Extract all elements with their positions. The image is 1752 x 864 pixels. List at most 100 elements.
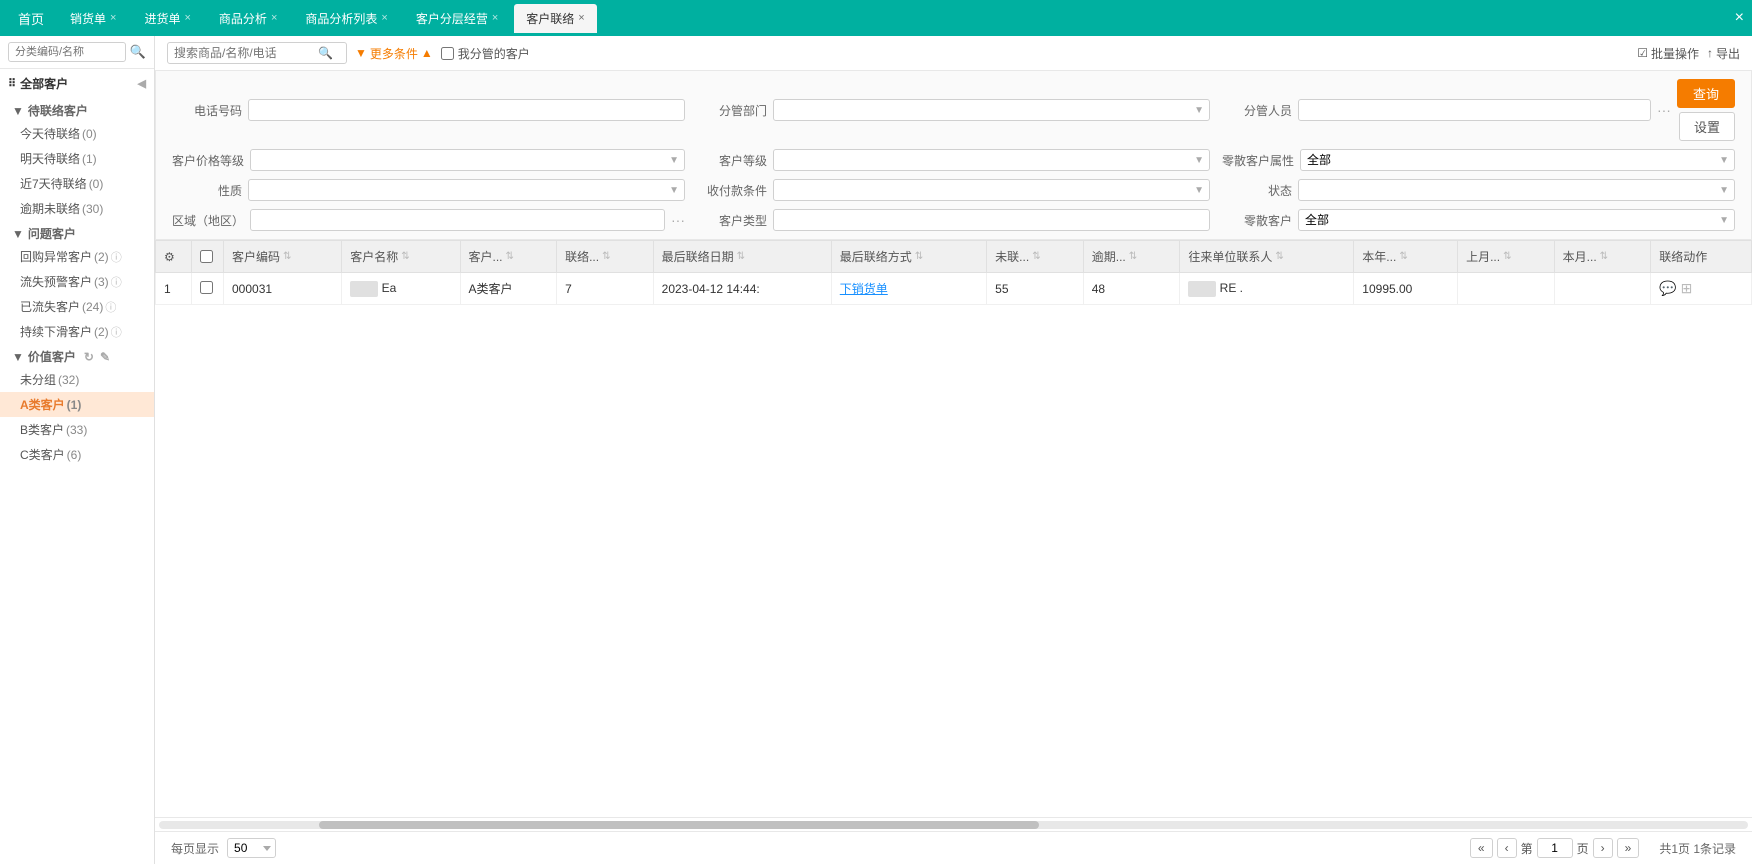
sidebar-search-input[interactable] — [8, 42, 126, 62]
cell-type: A类客户 — [460, 273, 557, 305]
row-checkbox[interactable] — [200, 281, 213, 294]
filter-select-customer-level[interactable] — [773, 149, 1210, 171]
th-last-month[interactable]: 上月...⇅ — [1458, 241, 1555, 273]
sidebar-group-problem[interactable]: ▼ 问题客户 — [0, 221, 154, 244]
th-name[interactable]: 客户名称⇅ — [342, 241, 460, 273]
sidebar-item-churned[interactable]: 已流失客户 (24) ⓘ — [0, 294, 154, 319]
nav-tab-customer-contact[interactable]: 客户联络 × — [514, 4, 596, 33]
horizontal-scrollbar[interactable] — [155, 817, 1752, 831]
filter-input-customer-type[interactable] — [773, 209, 1210, 231]
sidebar-item-declining[interactable]: 持续下滑客户 (2) ⓘ — [0, 319, 154, 344]
nav-tab-sales[interactable]: 销货单 × — [58, 4, 128, 33]
sidebar-search-icon[interactable]: 🔍 — [130, 44, 146, 60]
filter-input-region[interactable] — [250, 209, 665, 231]
sidebar-item-tomorrow[interactable]: 明天待联络 (1) — [0, 146, 154, 171]
th-this-year[interactable]: 本年...⇅ — [1354, 241, 1458, 273]
filter-select-nature[interactable] — [248, 179, 685, 201]
sidebar-all-customers[interactable]: ⠿ 全部客户 ◀ — [0, 69, 154, 98]
cell-last-method[interactable]: 下销货单 — [831, 273, 986, 305]
cell-checkbox[interactable] — [192, 273, 224, 305]
content-area: 🔍 ▼ 更多条件 ▲ 我分管的客户 ☑ 批量操作 ↑ 导出 — [155, 36, 1752, 864]
filter-dots-region[interactable]: ··· — [671, 212, 685, 228]
close-goods-list-tab[interactable]: × — [381, 12, 387, 24]
filter-dots-manager[interactable]: ··· — [1657, 102, 1671, 118]
grid-icon[interactable]: ⊞ — [1681, 280, 1693, 297]
close-customer-layers-tab[interactable]: × — [492, 12, 498, 24]
query-button[interactable]: 查询 — [1677, 79, 1735, 108]
filter-row-manager: 分管人员 ··· 查询 设置 — [1222, 79, 1735, 141]
sidebar-item-7days[interactable]: 近7天待联络 (0) — [0, 171, 154, 196]
th-company-contact[interactable]: 往来单位联系人⇅ — [1180, 241, 1354, 273]
sidebar-item-class-b[interactable]: B类客户 (33) — [0, 417, 154, 442]
filter-input-manager[interactable] — [1298, 99, 1651, 121]
close-goods-analysis-tab[interactable]: × — [271, 12, 277, 24]
th-type[interactable]: 客户...⇅ — [460, 241, 557, 273]
th-contacts[interactable]: 联络...⇅ — [557, 241, 654, 273]
filter-label-customer-level: 客户等级 — [697, 152, 767, 169]
th-last-date[interactable]: 最后联络日期⇅ — [653, 241, 831, 273]
batch-op-btn[interactable]: ☑ 批量操作 — [1637, 45, 1699, 62]
filter-input-phone[interactable] — [248, 99, 685, 121]
scrollbar-track[interactable] — [159, 821, 1748, 829]
filter-select-status[interactable] — [1298, 179, 1735, 201]
filter-search-icon[interactable]: 🔍 — [318, 46, 333, 60]
filter-select-scatter-customer[interactable]: 全部 — [1298, 209, 1735, 231]
close-purchase-tab[interactable]: × — [184, 12, 190, 24]
first-page-btn[interactable]: « — [1470, 838, 1493, 858]
filter-select-dept[interactable] — [773, 99, 1210, 121]
filter-select-price[interactable] — [250, 149, 685, 171]
last-method-link[interactable]: 下销货单 — [840, 282, 888, 296]
top-nav-close-btn[interactable]: × — [1735, 9, 1744, 27]
table-select-all-checkbox[interactable] — [200, 250, 213, 263]
th-actions: 联络动作 — [1651, 241, 1752, 273]
page-size-select[interactable]: 50 20 100 200 — [227, 838, 276, 858]
last-page-btn[interactable]: » — [1617, 838, 1640, 858]
sidebar-collapse-btn[interactable]: ◀ — [138, 77, 146, 90]
filter-more-btn[interactable]: ▼ 更多条件 ▲ — [355, 45, 433, 62]
close-customer-contact-tab[interactable]: × — [578, 12, 584, 24]
filter-select-scatter-attr[interactable]: 全部 — [1300, 149, 1735, 171]
filter-select-scatter-customer-wrapper: 全部 ▼ — [1298, 209, 1735, 231]
sidebar-item-class-a[interactable]: A类客户 (1) — [0, 392, 154, 417]
filter-search-input[interactable] — [174, 46, 314, 60]
nav-tab-goods-list[interactable]: 商品分析列表 × — [293, 4, 399, 33]
sidebar-item-class-c[interactable]: C类客户 (6) — [0, 442, 154, 467]
filter-select-payment[interactable] — [773, 179, 1210, 201]
close-sales-tab[interactable]: × — [110, 12, 116, 24]
sidebar-group-value[interactable]: ▼ 价值客户 ↻ ✎ — [0, 344, 154, 367]
prev-page-btn[interactable]: ‹ — [1497, 838, 1517, 858]
nav-tab-home[interactable]: 首页 — [8, 3, 54, 34]
th-this-month[interactable]: 本月...⇅ — [1554, 241, 1651, 273]
cell-uncontacted: 55 — [987, 273, 1084, 305]
nav-tab-customer-layers[interactable]: 客户分层经营 × — [404, 4, 510, 33]
th-code[interactable]: 客户编码⇅ — [224, 241, 342, 273]
sort-icon-this-month: ⇅ — [1600, 251, 1608, 262]
filter-row-price-level: 客户价格等级 ▼ — [172, 149, 685, 171]
sidebar-item-churn-warning[interactable]: 流失预警客户 (3) ⓘ — [0, 269, 154, 294]
sidebar-item-ungroups[interactable]: 未分组 (32) — [0, 367, 154, 392]
value-group-refresh-icon[interactable]: ↻ — [84, 350, 94, 364]
th-settings[interactable]: ⚙ — [156, 241, 192, 273]
filter-label-customer-type: 客户类型 — [697, 212, 767, 229]
scrollbar-thumb[interactable] — [319, 821, 1039, 829]
export-btn[interactable]: ↑ 导出 — [1707, 45, 1740, 62]
th-checkbox[interactable] — [192, 241, 224, 273]
sidebar-item-repurchase-abnormal[interactable]: 回购异常客户 (2) ⓘ — [0, 244, 154, 269]
my-customers-checkbox[interactable] — [441, 47, 454, 60]
sidebar-item-today[interactable]: 今天待联络 (0) — [0, 121, 154, 146]
settings-button[interactable]: 设置 — [1679, 112, 1735, 141]
sidebar-item-overdue[interactable]: 逾期未联络 (30) — [0, 196, 154, 221]
filter-label-scatter-attr: 零散客户属性 — [1222, 152, 1294, 169]
next-page-btn[interactable]: › — [1593, 838, 1613, 858]
chat-icon[interactable]: 💬 — [1659, 280, 1676, 297]
my-customers-checkbox-label[interactable]: 我分管的客户 — [441, 45, 530, 62]
value-group-edit-icon[interactable]: ✎ — [100, 350, 110, 364]
th-uncontacted[interactable]: 未联...⇅ — [987, 241, 1084, 273]
page-input[interactable] — [1537, 838, 1573, 858]
sidebar-group-pending[interactable]: ▼ 待联络客户 — [0, 98, 154, 121]
th-last-method[interactable]: 最后联络方式⇅ — [831, 241, 986, 273]
th-overdue[interactable]: 逾期...⇅ — [1083, 241, 1180, 273]
filter-label-price-level: 客户价格等级 — [172, 152, 244, 169]
nav-tab-purchase[interactable]: 进货单 × — [132, 4, 202, 33]
nav-tab-goods-analysis[interactable]: 商品分析 × — [207, 4, 289, 33]
